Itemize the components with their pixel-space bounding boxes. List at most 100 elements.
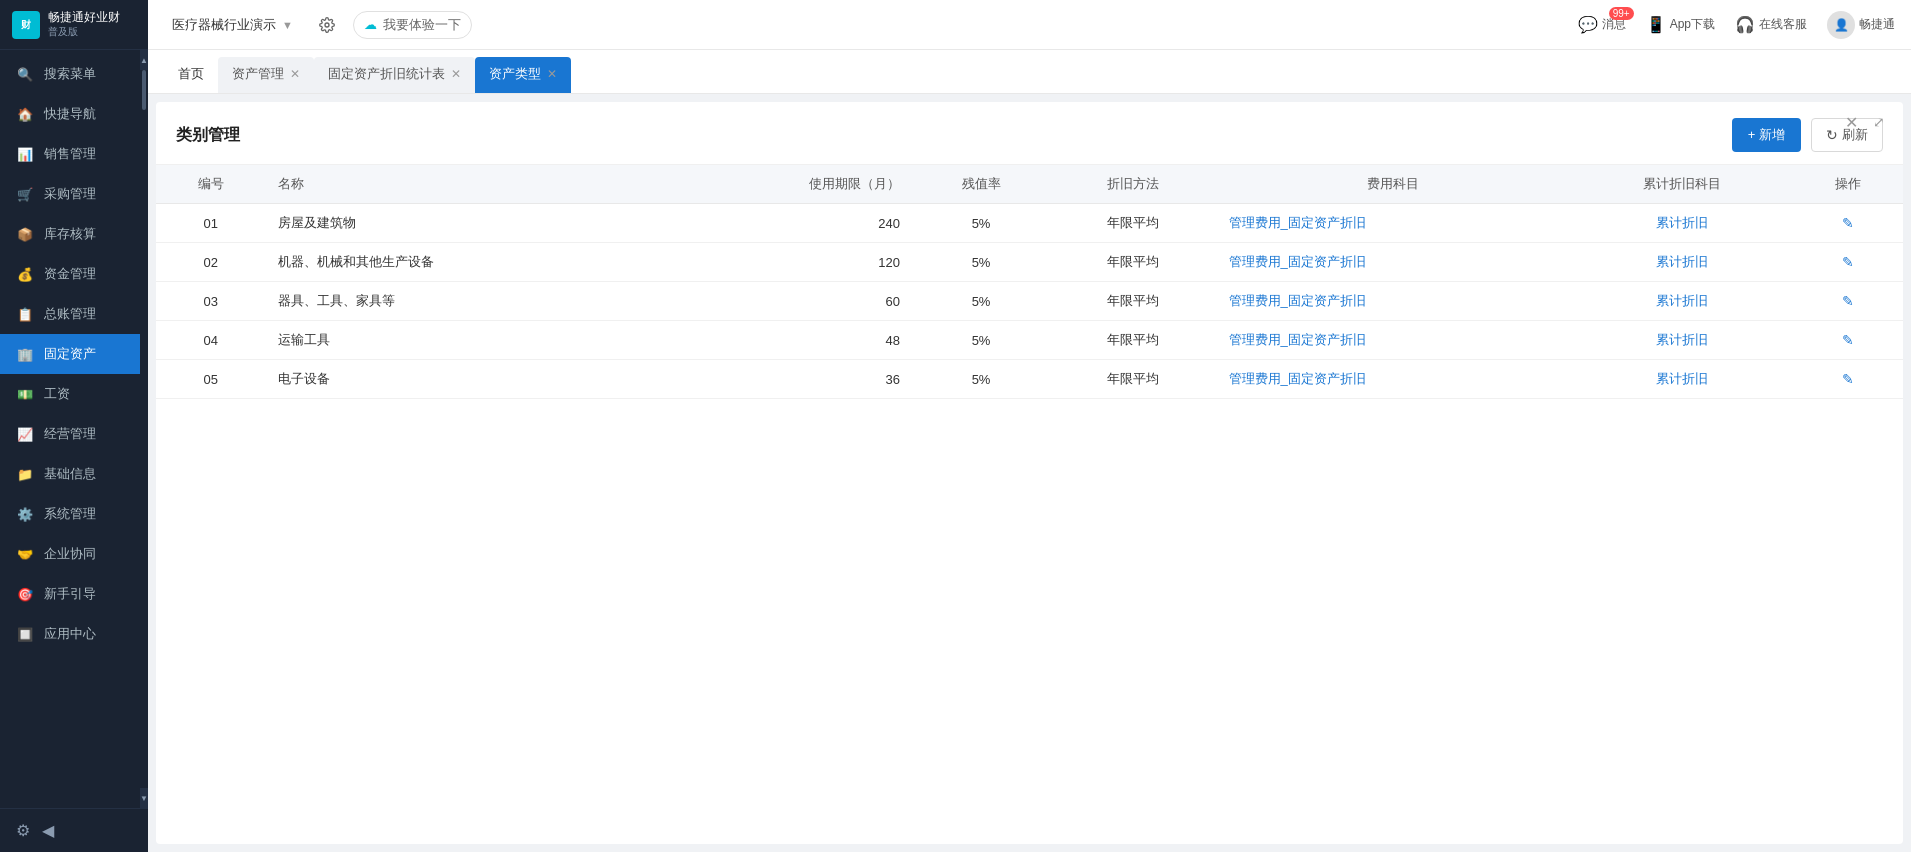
cell-residual: 5% bbox=[912, 204, 1050, 243]
experience-button[interactable]: ☁ 我要体验一下 bbox=[353, 11, 472, 39]
sidebar-item-ledger[interactable]: 📋总账管理 bbox=[0, 294, 140, 334]
cell-name: 电子设备 bbox=[266, 360, 660, 399]
collapse-icon[interactable]: ◀ bbox=[42, 821, 54, 840]
cell-residual: 5% bbox=[912, 360, 1050, 399]
tab-asset-type[interactable]: 资产类型✕ bbox=[475, 57, 571, 93]
cell-name: 运输工具 bbox=[266, 321, 660, 360]
cell-accum: 累计折旧 bbox=[1570, 243, 1794, 282]
tab-depreciation-table[interactable]: 固定资产折旧统计表 ✕ bbox=[314, 57, 475, 93]
guide-nav-icon: 🎯 bbox=[16, 585, 34, 603]
tab-label: 首页 bbox=[178, 65, 204, 83]
sidebar-item-purchase[interactable]: 🛒采购管理 bbox=[0, 174, 140, 214]
cell-period: 60 bbox=[660, 282, 912, 321]
scrollbar-thumb bbox=[142, 70, 146, 110]
new-btn[interactable]: + 新增 bbox=[1732, 118, 1801, 152]
edit-btn[interactable]: ✎ bbox=[1842, 332, 1854, 348]
sidebar-nav: 🔍搜索菜单 🏠 快捷导航 📊销售管理🛒采购管理📦库存核算💰资金管理📋总账管理 🏢 固定资产… bbox=[0, 50, 140, 808]
cell-period: 48 bbox=[660, 321, 912, 360]
action-cell: ✎ bbox=[1793, 282, 1903, 321]
sidebar-item-label: 搜索菜单 bbox=[44, 65, 96, 83]
cell-expense: 管理费用_固定资产折旧 bbox=[1217, 282, 1570, 321]
top-header: 医疗器械行业演示 ▼ ☁ 我要体验一下 💬 消息 99+ 📱 App下载 bbox=[148, 0, 1911, 50]
col-header-period: 使用期限（月） bbox=[660, 165, 912, 204]
cell-method: 年限平均 bbox=[1050, 282, 1217, 321]
app-download-label: App下载 bbox=[1670, 16, 1715, 33]
basic-info-nav-icon: 📁 bbox=[16, 465, 34, 483]
sidebar-item-ops[interactable]: 📈经营管理 bbox=[0, 414, 140, 454]
close-window-btn[interactable]: ✕ bbox=[1839, 110, 1863, 134]
sidebar-item-system[interactable]: ⚙️系统管理 bbox=[0, 494, 140, 534]
sidebar-item-sales[interactable]: 📊销售管理 bbox=[0, 134, 140, 174]
edit-btn[interactable]: ✎ bbox=[1842, 254, 1854, 270]
page-title: 类别管理 bbox=[176, 125, 240, 146]
cell-accum: 累计折旧 bbox=[1570, 360, 1794, 399]
cell-accum: 累计折旧 bbox=[1570, 204, 1794, 243]
asset-types-table: 编号名称使用期限（月）残值率折旧方法费用科目累计折旧科目操作 01房屋及建筑物2… bbox=[156, 165, 1903, 399]
header-settings-icon[interactable] bbox=[313, 11, 341, 39]
tabs-bar: 首页资产管理✕固定资产折旧统计表✕资产类型✕ bbox=[148, 50, 1911, 94]
tab-close-asset-mgmt[interactable]: ✕ bbox=[290, 68, 300, 80]
scroll-up-arrow[interactable]: ▲ bbox=[140, 50, 148, 70]
table-container: 编号名称使用期限（月）残值率折旧方法费用科目累计折旧科目操作 01房屋及建筑物2… bbox=[156, 165, 1903, 844]
cell-method: 年限平均 bbox=[1050, 321, 1217, 360]
sidebar-item-label: 总账管理 bbox=[44, 305, 96, 323]
app-download-btn[interactable]: 📱 App下载 bbox=[1646, 15, 1715, 34]
action-cell: ✎ bbox=[1793, 243, 1903, 282]
sidebar-item-guide[interactable]: 🎯新手引导 bbox=[0, 574, 140, 614]
cell-name: 房屋及建筑物 bbox=[266, 204, 660, 243]
tab-label: 资产管理 bbox=[232, 65, 284, 83]
user-profile[interactable]: 👤 畅捷通 bbox=[1827, 11, 1895, 39]
table-row: 02机器、机械和其他生产设备1205%年限平均管理费用_固定资产折旧累计折旧✎ bbox=[156, 243, 1903, 282]
sidebar-item-label: 系统管理 bbox=[44, 505, 96, 523]
maximize-window-btn[interactable]: ⤢ bbox=[1867, 110, 1891, 134]
fixed-assets-nav-icon: 🏢 bbox=[16, 345, 34, 363]
action-cell: ✎ bbox=[1793, 360, 1903, 399]
edit-btn[interactable]: ✎ bbox=[1842, 293, 1854, 309]
settings-footer-icon[interactable]: ⚙ bbox=[16, 821, 30, 840]
sidebar-item-quick-nav[interactable]: 🏠 快捷导航 bbox=[0, 94, 140, 134]
company-selector[interactable]: 医疗器械行业演示 ▼ bbox=[164, 12, 301, 38]
sidebar-item-search[interactable]: 🔍搜索菜单 bbox=[0, 54, 140, 94]
sidebar-item-fixed-assets[interactable]: 🏢 固定资产 bbox=[0, 334, 140, 374]
tab-close-depreciation-table[interactable]: ✕ bbox=[451, 68, 461, 80]
sidebar-item-label: 采购管理 bbox=[44, 185, 96, 203]
logo-sub: 普及版 bbox=[48, 25, 120, 39]
funds-nav-icon: 💰 bbox=[16, 265, 34, 283]
cell-expense: 管理费用_固定资产折旧 bbox=[1217, 204, 1570, 243]
table-header: 编号名称使用期限（月）残值率折旧方法费用科目累计折旧科目操作 bbox=[156, 165, 1903, 204]
quick-nav-nav-icon: 🏠 bbox=[16, 105, 34, 123]
sidebar-item-coop[interactable]: 🤝企业协同 bbox=[0, 534, 140, 574]
sidebar-item-funds[interactable]: 💰资金管理 bbox=[0, 254, 140, 294]
edit-btn[interactable]: ✎ bbox=[1842, 215, 1854, 231]
col-header-expense: 费用科目 bbox=[1217, 165, 1570, 204]
cell-residual: 5% bbox=[912, 321, 1050, 360]
sidebar-item-label: 快捷导航 bbox=[44, 105, 96, 123]
notifications-btn[interactable]: 💬 消息 99+ bbox=[1578, 15, 1626, 34]
table-row: 01房屋及建筑物2405%年限平均管理费用_固定资产折旧累计折旧✎ bbox=[156, 204, 1903, 243]
sidebar-item-label: 经营管理 bbox=[44, 425, 96, 443]
cell-period: 120 bbox=[660, 243, 912, 282]
edit-btn[interactable]: ✎ bbox=[1842, 371, 1854, 387]
scroll-down-arrow[interactable]: ▼ bbox=[140, 788, 148, 808]
sales-nav-icon: 📊 bbox=[16, 145, 34, 163]
online-service-btn[interactable]: 🎧 在线客服 bbox=[1735, 15, 1807, 34]
online-service-label: 在线客服 bbox=[1759, 16, 1807, 33]
cell-code: 02 bbox=[156, 243, 266, 282]
sidebar-item-inventory[interactable]: 📦库存核算 bbox=[0, 214, 140, 254]
tab-close-asset-type[interactable]: ✕ bbox=[547, 68, 557, 80]
col-header-residual: 残值率 bbox=[912, 165, 1050, 204]
sidebar: 财 畅捷通好业财 普及版 🔍搜索菜单 🏠 快捷导航 📊销售管理🛒采购管理📦库存核算💰资… bbox=[0, 0, 148, 852]
tab-label: 固定资产折旧统计表 bbox=[328, 65, 445, 83]
table-row: 05电子设备365%年限平均管理费用_固定资产折旧累计折旧✎ bbox=[156, 360, 1903, 399]
sidebar-item-label: 固定资产 bbox=[44, 345, 96, 363]
cell-period: 36 bbox=[660, 360, 912, 399]
tab-asset-mgmt[interactable]: 资产管理 ✕ bbox=[218, 57, 314, 93]
sidebar-item-payroll[interactable]: 💵工资 bbox=[0, 374, 140, 414]
sidebar-logo: 财 畅捷通好业财 普及版 bbox=[0, 0, 148, 50]
sidebar-item-app-center[interactable]: 🔲应用中心 bbox=[0, 614, 140, 654]
col-header-method: 折旧方法 bbox=[1050, 165, 1217, 204]
sidebar-item-basic-info[interactable]: 📁基础信息 bbox=[0, 454, 140, 494]
tab-home[interactable]: 首页 bbox=[164, 57, 218, 93]
col-header-action: 操作 bbox=[1793, 165, 1903, 204]
table-row: 03器具、工具、家具等605%年限平均管理费用_固定资产折旧累计折旧✎ bbox=[156, 282, 1903, 321]
